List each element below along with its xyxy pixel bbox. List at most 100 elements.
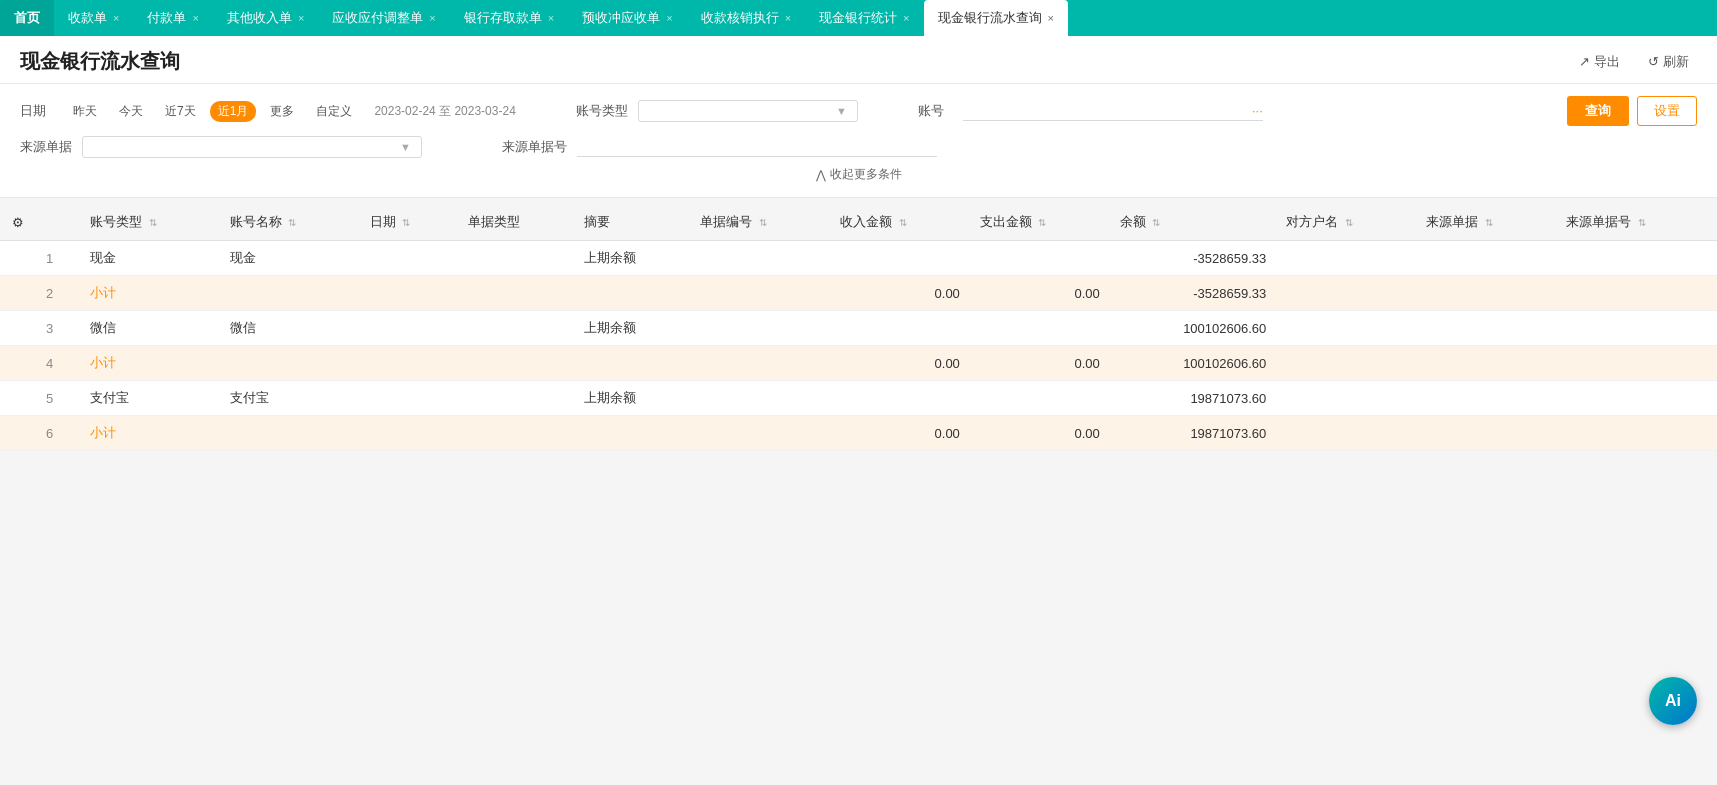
cell-index: 3 [36, 311, 80, 346]
nav-tab-5[interactable]: 预收冲应收单 × [568, 0, 686, 36]
settings-button[interactable]: 设置 [1637, 96, 1697, 126]
nav-home[interactable]: 首页 [0, 0, 54, 36]
nav-tab-2[interactable]: 其他收入单 × [213, 0, 318, 36]
cell-date [360, 381, 458, 416]
nav-tab-6[interactable]: 收款核销执行 × [687, 0, 805, 36]
sort-source-doc-num-icon: ⇅ [1638, 217, 1646, 228]
export-button[interactable]: ↗ 导出 [1571, 49, 1628, 75]
th-account-name[interactable]: 账号名称 ⇅ [220, 204, 360, 241]
cell-doc-type [458, 311, 574, 346]
cell-index: 6 [36, 416, 80, 451]
filter-area: 日期 昨天 今天 近7天 近1月 更多 自定义 2023-02-24 至 202… [0, 84, 1717, 198]
account-type-select[interactable]: ▼ [638, 100, 858, 122]
shortcut-more[interactable]: 更多 [262, 101, 302, 122]
cell-source-doc [1416, 276, 1556, 311]
table-row[interactable]: 5 支付宝 支付宝 上期余额 19871073.60 [0, 381, 1717, 416]
th-expense[interactable]: 支出金额 ⇅ [970, 204, 1110, 241]
sort-account-type-icon: ⇅ [149, 217, 157, 228]
nav-tab-3[interactable]: 应收应付调整单 × [318, 0, 449, 36]
table-row[interactable]: 2 小计 0.00 0.00 -3528659.33 [0, 276, 1717, 311]
th-source-doc[interactable]: 来源单据 ⇅ [1416, 204, 1556, 241]
table-row[interactable]: 6 小计 0.00 0.00 19871073.60 [0, 416, 1717, 451]
th-doc-type: 单据类型 [458, 204, 574, 241]
th-balance[interactable]: 余额 ⇅ [1110, 204, 1277, 241]
table-row[interactable]: 4 小计 0.00 0.00 100102606.60 [0, 346, 1717, 381]
filter-row-1: 日期 昨天 今天 近7天 近1月 更多 自定义 2023-02-24 至 202… [20, 96, 1697, 126]
nav-tab-8-close[interactable]: × [1048, 12, 1054, 24]
cell-source-doc-num [1556, 346, 1717, 381]
page-header: 现金银行流水查询 ↗ 导出 ↺ 刷新 [0, 36, 1717, 84]
th-counterpart[interactable]: 对方户名 ⇅ [1276, 204, 1416, 241]
cell-date [360, 311, 458, 346]
refresh-button[interactable]: ↺ 刷新 [1640, 49, 1697, 75]
cell-index: 5 [36, 381, 80, 416]
cell-date [360, 241, 458, 276]
cell-gear [0, 416, 36, 451]
account-ellipsis-icon[interactable]: ··· [1252, 103, 1263, 118]
nav-tab-4-close[interactable]: × [548, 12, 554, 24]
nav-tab-6-close[interactable]: × [785, 12, 791, 24]
cell-summary [574, 416, 690, 451]
nav-tab-1[interactable]: 付款单 × [133, 0, 212, 36]
cell-source-doc [1416, 416, 1556, 451]
nav-tab-2-close[interactable]: × [298, 12, 304, 24]
nav-tab-3-close[interactable]: × [429, 12, 435, 24]
source-doc-select[interactable]: ▼ [82, 136, 422, 158]
cell-counterpart [1276, 416, 1416, 451]
cell-gear [0, 346, 36, 381]
cell-balance: 19871073.60 [1110, 416, 1277, 451]
cell-income [830, 241, 970, 276]
cell-income [830, 311, 970, 346]
shortcut-today[interactable]: 今天 [111, 101, 151, 122]
source-doc-num-label: 来源单据号 [502, 138, 567, 156]
nav-tab-4[interactable]: 银行存取款单 × [450, 0, 568, 36]
cell-account-type: 微信 [80, 311, 220, 346]
shortcut-7days[interactable]: 近7天 [157, 101, 204, 122]
shortcut-yesterday[interactable]: 昨天 [65, 101, 105, 122]
source-doc-filter-group: 来源单据 ▼ [20, 136, 422, 158]
account-input[interactable] [963, 103, 1246, 118]
cell-counterpart [1276, 241, 1416, 276]
cell-expense [970, 381, 1110, 416]
cell-account-type: 支付宝 [80, 381, 220, 416]
cell-balance: 100102606.60 [1110, 346, 1277, 381]
sort-date-icon: ⇅ [402, 217, 410, 228]
th-doc-num[interactable]: 单据编号 ⇅ [690, 204, 830, 241]
cell-account-name: 支付宝 [220, 381, 360, 416]
nav-tab-1-close[interactable]: × [192, 12, 198, 24]
nav-tab-8[interactable]: 现金银行流水查询 × [924, 0, 1068, 36]
table-row[interactable]: 1 现金 现金 上期余额 -3528659.33 [0, 241, 1717, 276]
table-row[interactable]: 3 微信 微信 上期余额 100102606.60 [0, 311, 1717, 346]
nav-tab-8-label: 现金银行流水查询 [938, 9, 1042, 27]
date-filter-group: 日期 昨天 今天 近7天 近1月 更多 自定义 2023-02-24 至 202… [20, 101, 516, 122]
th-account-type[interactable]: 账号类型 ⇅ [80, 204, 220, 241]
cell-counterpart [1276, 346, 1416, 381]
shortcut-1month[interactable]: 近1月 [210, 101, 257, 122]
nav-tab-7[interactable]: 现金银行统计 × [805, 0, 923, 36]
cell-date [360, 276, 458, 311]
cell-income: 0.00 [830, 346, 970, 381]
collapse-label: 收起更多条件 [830, 166, 902, 183]
nav-tab-0-close[interactable]: × [113, 12, 119, 24]
cell-doc-num [690, 241, 830, 276]
cell-doc-num [690, 346, 830, 381]
th-income[interactable]: 收入金额 ⇅ [830, 204, 970, 241]
nav-tab-5-close[interactable]: × [666, 12, 672, 24]
cell-counterpart [1276, 276, 1416, 311]
nav-tab-0[interactable]: 收款单 × [54, 0, 133, 36]
cell-income: 0.00 [830, 416, 970, 451]
account-type-label: 账号类型 [576, 102, 628, 120]
th-date[interactable]: 日期 ⇅ [360, 204, 458, 241]
th-source-doc-num[interactable]: 来源单据号 ⇅ [1556, 204, 1717, 241]
shortcut-custom[interactable]: 自定义 [308, 101, 360, 122]
th-gear[interactable]: ⚙ [0, 204, 36, 241]
export-label: 导出 [1594, 53, 1620, 71]
cell-expense [970, 311, 1110, 346]
page-title: 现金银行流水查询 [20, 48, 180, 75]
collapse-bar[interactable]: ⋀ 收起更多条件 [20, 162, 1697, 187]
search-button[interactable]: 查询 [1567, 96, 1629, 126]
source-doc-num-input[interactable] [577, 139, 937, 154]
cell-doc-num [690, 416, 830, 451]
source-doc-num-input-wrap [577, 137, 937, 157]
nav-tab-7-close[interactable]: × [903, 12, 909, 24]
